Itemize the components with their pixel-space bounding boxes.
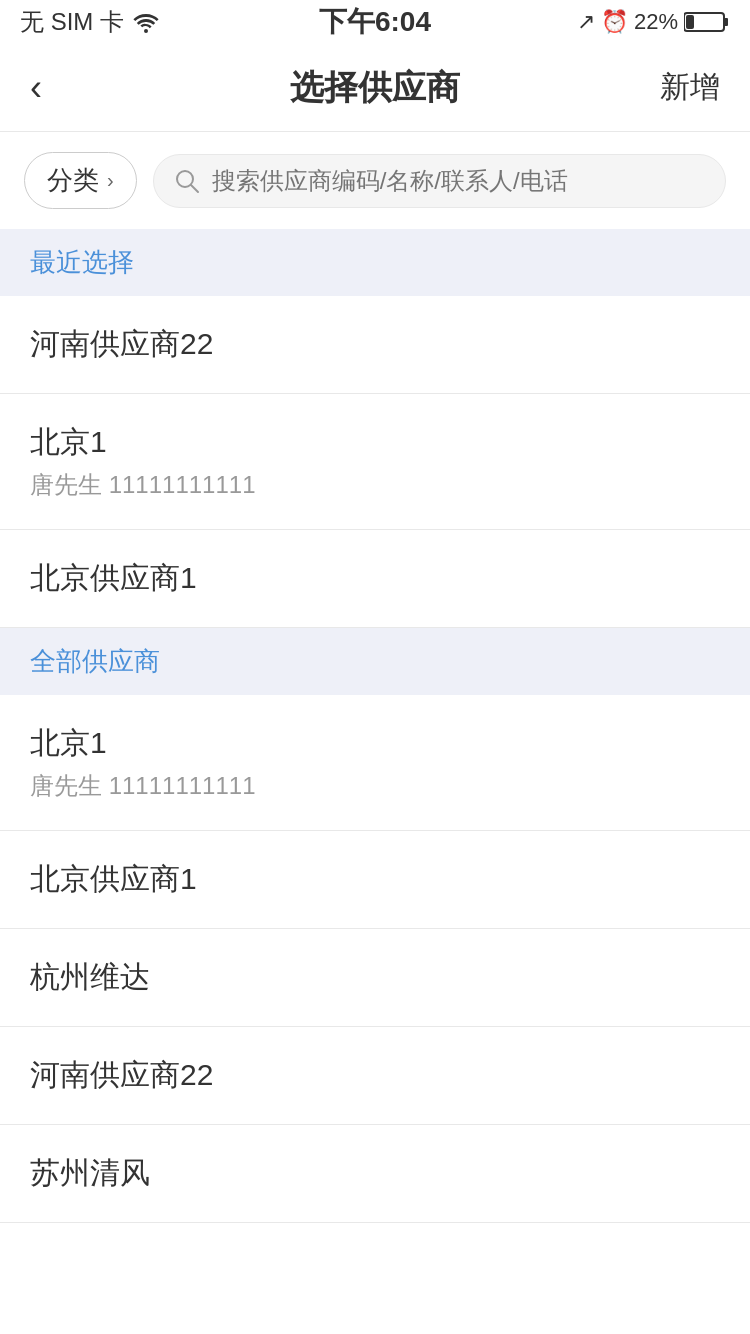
filter-bar: 分类 › [0, 132, 750, 229]
alarm-icon: ⏰ [601, 9, 628, 35]
list-item[interactable]: 河南供应商22 [0, 296, 750, 394]
list-item[interactable]: 杭州维达 [0, 929, 750, 1027]
chevron-right-icon: › [107, 169, 114, 192]
section-header-all: 全部供应商 [0, 628, 750, 695]
search-input[interactable] [212, 167, 705, 195]
nav-bar: ‹ 选择供应商 新增 [0, 44, 750, 132]
supplier-name: 河南供应商22 [30, 1055, 720, 1096]
supplier-sub: 唐先生 11111111111 [30, 469, 720, 501]
list-item[interactable]: 苏州清风 [0, 1125, 750, 1223]
supplier-name: 杭州维达 [30, 957, 720, 998]
battery-text: 22% [634, 9, 678, 35]
svg-rect-1 [724, 18, 728, 26]
battery-icon [684, 11, 730, 33]
supplier-name: 苏州清风 [30, 1153, 720, 1194]
sections-container: 最近选择河南供应商22 北京1 唐先生 11111111111 北京供应商1 全部供应商… [0, 229, 750, 1223]
supplier-sub: 唐先生 11111111111 [30, 770, 720, 802]
list-item[interactable]: 北京供应商1 [0, 530, 750, 628]
back-button[interactable]: ‹ [30, 67, 110, 109]
supplier-name: 北京供应商1 [30, 859, 720, 900]
status-time: 下午6:04 [319, 3, 431, 41]
page-title: 选择供应商 [110, 65, 640, 111]
no-sim-text: 无 SIM 卡 [20, 6, 124, 38]
status-left: 无 SIM 卡 [20, 6, 160, 38]
search-box [153, 154, 726, 208]
supplier-name: 北京1 [30, 422, 720, 463]
location-icon: ↗ [577, 9, 595, 35]
list-item[interactable]: 北京1 唐先生 11111111111 [0, 695, 750, 831]
status-right: ↗ ⏰ 22% [577, 9, 730, 35]
section-header-recent: 最近选择 [0, 229, 750, 296]
category-label: 分类 [47, 163, 99, 198]
svg-rect-2 [686, 15, 694, 29]
wifi-icon [132, 11, 160, 33]
search-icon [174, 168, 200, 194]
list-item[interactable]: 河南供应商22 [0, 1027, 750, 1125]
supplier-name: 北京供应商1 [30, 558, 720, 599]
svg-line-4 [191, 185, 198, 192]
list-item[interactable]: 北京1 唐先生 11111111111 [0, 394, 750, 530]
supplier-name: 北京1 [30, 723, 720, 764]
status-bar: 无 SIM 卡 下午6:04 ↗ ⏰ 22% [0, 0, 750, 44]
supplier-name: 河南供应商22 [30, 324, 720, 365]
category-button[interactable]: 分类 › [24, 152, 137, 209]
list-item[interactable]: 北京供应商1 [0, 831, 750, 929]
add-button[interactable]: 新增 [640, 67, 720, 108]
